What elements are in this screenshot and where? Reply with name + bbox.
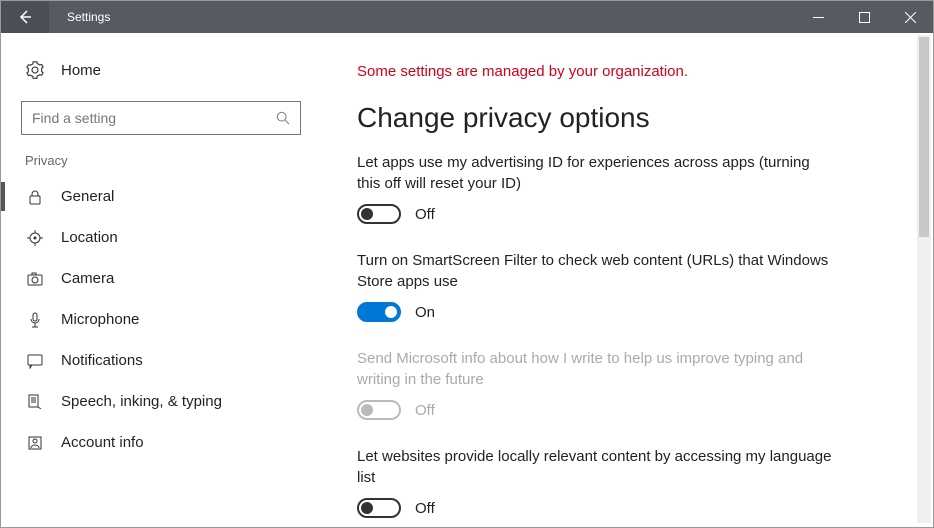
lock-icon [25,189,45,205]
search-input[interactable] [32,110,272,126]
sidebar-item-general[interactable]: General [1,176,321,217]
toggle-advertising-id[interactable] [357,204,401,224]
window-title: Settings [67,10,110,24]
sidebar-item-label: Speech, inking, & typing [61,393,222,410]
maximize-button[interactable] [841,1,887,33]
search-box[interactable] [21,101,301,135]
sidebar-item-label: Camera [61,270,114,287]
camera-icon [25,271,45,287]
toggle-state-label: On [415,304,435,321]
toggle-smartscreen[interactable] [357,302,401,322]
search-icon [276,111,290,125]
setting-typing-info: Send Microsoft info about how I write to… [357,348,837,420]
account-icon [25,435,45,451]
sidebar-item-location[interactable]: Location [1,217,321,258]
toggle-state-label: Off [415,206,435,223]
sidebar-item-notifications[interactable]: Notifications [1,340,321,381]
toggle-typing-info [357,400,401,420]
sidebar-item-speech[interactable]: Speech, inking, & typing [1,381,321,422]
toggle-state-label: Off [415,500,435,517]
setting-advertising-id: Let apps use my advertising ID for exper… [357,152,837,224]
setting-description: Send Microsoft info about how I write to… [357,348,837,390]
microphone-icon [25,312,45,328]
notifications-icon [25,353,45,369]
toggle-language-list[interactable] [357,498,401,518]
main-content: Some settings are managed by your organi… [321,33,933,527]
toggle-state-label: Off [415,402,435,419]
sidebar-item-label: General [61,188,114,205]
window-controls [795,1,933,33]
setting-description: Turn on SmartScreen Filter to check web … [357,250,837,292]
sidebar-item-label: Notifications [61,352,143,369]
gear-icon [25,61,45,79]
setting-description: Let apps use my advertising ID for exper… [357,152,837,194]
minimize-button[interactable] [795,1,841,33]
home-link[interactable]: Home [1,53,321,93]
back-arrow-icon [17,9,33,25]
sidebar-item-label: Microphone [61,311,139,328]
maximize-icon [859,12,870,23]
sidebar-item-label: Location [61,229,118,246]
sidebar-item-microphone[interactable]: Microphone [1,299,321,340]
location-icon [25,230,45,246]
setting-description: Let websites provide locally relevant co… [357,446,837,488]
speech-icon [25,394,45,410]
setting-smartscreen: Turn on SmartScreen Filter to check web … [357,250,837,322]
close-icon [905,12,916,23]
sidebar-item-account[interactable]: Account info [1,422,321,463]
sidebar-item-label: Account info [61,434,144,451]
sidebar: Home Privacy General Location Camera Mic… [1,33,321,527]
category-label: Privacy [1,153,321,176]
org-notice: Some settings are managed by your organi… [357,63,893,80]
page-heading: Change privacy options [357,102,893,134]
sidebar-item-camera[interactable]: Camera [1,258,321,299]
scrollbar-thumb[interactable] [919,37,929,237]
titlebar: Settings [1,1,933,33]
scrollbar[interactable] [917,35,931,523]
back-button[interactable] [1,1,49,33]
setting-language-list: Let websites provide locally relevant co… [357,446,837,518]
minimize-icon [813,12,824,23]
close-button[interactable] [887,1,933,33]
home-label: Home [61,62,101,79]
